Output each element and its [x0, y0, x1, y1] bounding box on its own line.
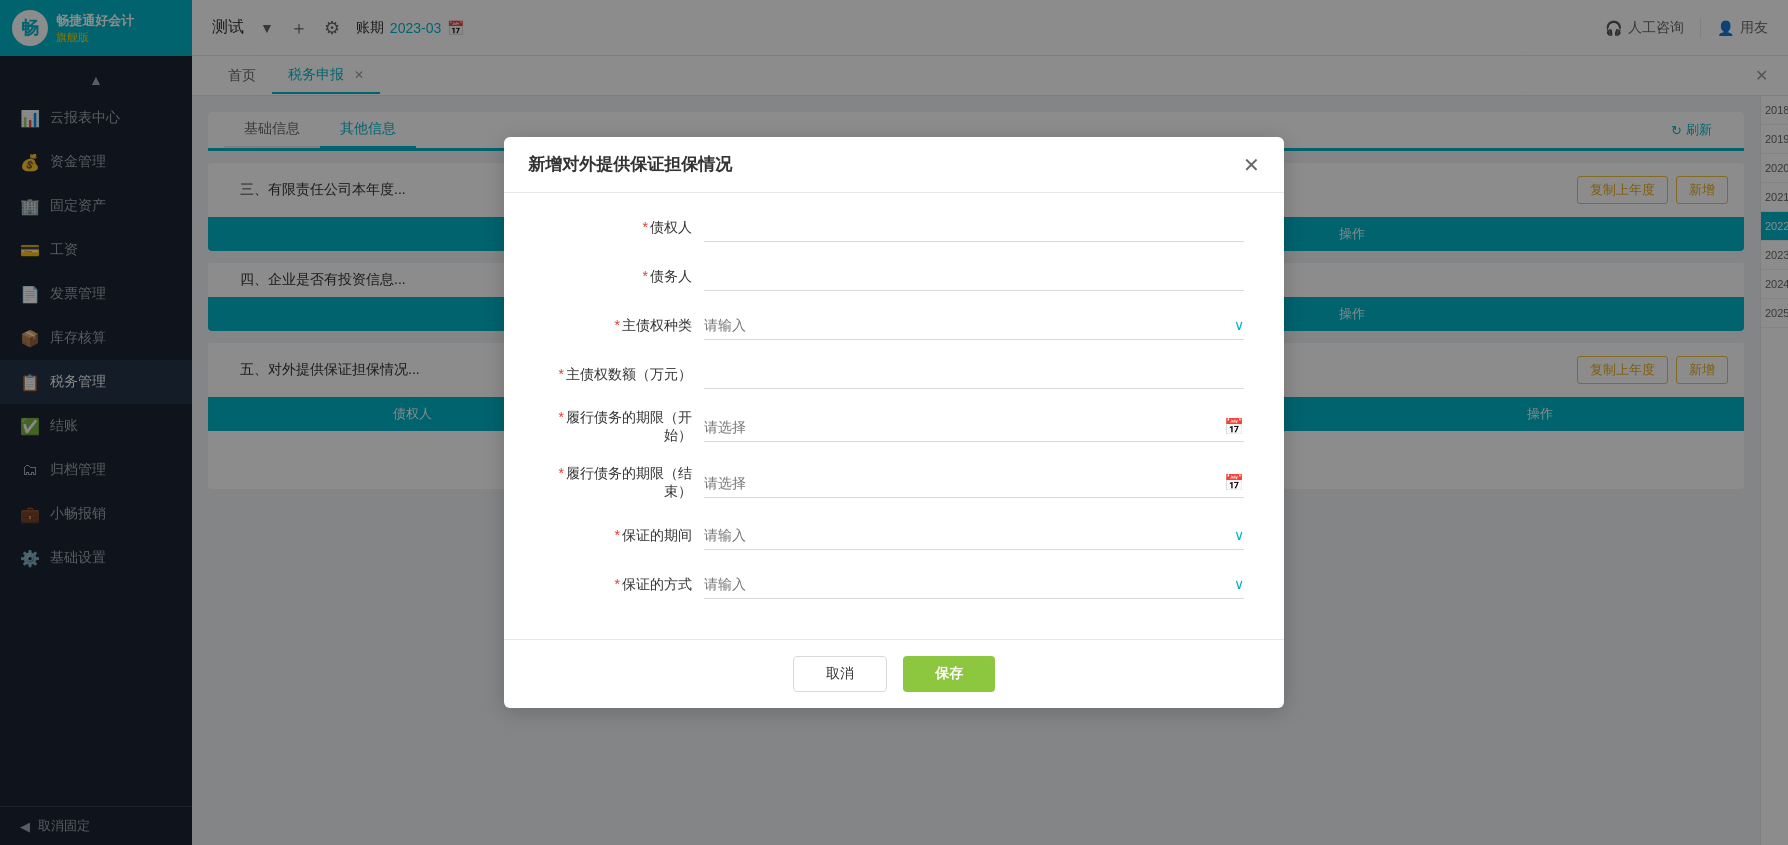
- label-guarantee-method: *保证的方式: [544, 576, 704, 594]
- calendar-start-icon[interactable]: 📅: [1224, 417, 1244, 436]
- label-guarantee-period: *保证的期间: [544, 527, 704, 545]
- input-guarantee-period[interactable]: [704, 521, 1234, 549]
- modal-add-guarantee: 新增对外提供保证担保情况 ✕ *债权人 *债务人 *主债权种类: [504, 137, 1284, 708]
- form-row-period-end: *履行债务的期限（结束） 📅: [544, 465, 1244, 501]
- date-wrap-end: 📅: [704, 469, 1244, 498]
- select-wrap-guarantee-period: ∨: [704, 521, 1244, 550]
- input-period-start[interactable]: [704, 413, 1224, 441]
- required-mark: *: [559, 409, 564, 425]
- input-debtor[interactable]: [704, 262, 1244, 291]
- form-row-debt-amount: *主债权数额（万元）: [544, 360, 1244, 389]
- form-row-guarantee-method: *保证的方式 ∨: [544, 570, 1244, 599]
- input-creditor[interactable]: [704, 213, 1244, 242]
- form-row-creditor: *债权人: [544, 213, 1244, 242]
- label-debtor: *债务人: [544, 268, 704, 286]
- select-wrap-guarantee-method: ∨: [704, 570, 1244, 599]
- input-guarantee-method[interactable]: [704, 570, 1234, 598]
- form-row-guarantee-period: *保证的期间 ∨: [544, 521, 1244, 550]
- input-period-end[interactable]: [704, 469, 1224, 497]
- modal-footer: 取消 保存: [504, 639, 1284, 708]
- label-debt-amount: *主债权数额（万元）: [544, 366, 704, 384]
- date-wrap-start: 📅: [704, 413, 1244, 442]
- required-mark: *: [615, 527, 620, 543]
- select-wrap-debt-type: ∨: [704, 311, 1244, 340]
- modal-header: 新增对外提供保证担保情况 ✕: [504, 137, 1284, 193]
- chevron-down-icon[interactable]: ∨: [1234, 317, 1244, 333]
- chevron-down-icon-2[interactable]: ∨: [1234, 527, 1244, 543]
- modal-overlay: 新增对外提供保证担保情况 ✕ *债权人 *债务人 *主债权种类: [0, 0, 1788, 845]
- required-mark: *: [643, 219, 648, 235]
- form-row-debt-type: *主债权种类 ∨: [544, 311, 1244, 340]
- cancel-button[interactable]: 取消: [793, 656, 887, 692]
- required-mark: *: [615, 576, 620, 592]
- required-mark: *: [559, 465, 564, 481]
- form-row-debtor: *债务人: [544, 262, 1244, 291]
- form-row-period-start: *履行债务的期限（开始） 📅: [544, 409, 1244, 445]
- input-debt-type[interactable]: [704, 311, 1234, 339]
- required-mark: *: [559, 366, 564, 382]
- required-mark: *: [643, 268, 648, 284]
- label-debt-type: *主债权种类: [544, 317, 704, 335]
- modal-close-button[interactable]: ✕: [1243, 155, 1260, 175]
- required-mark: *: [615, 317, 620, 333]
- modal-body: *债权人 *债务人 *主债权种类 ∨: [504, 193, 1284, 639]
- label-period-end: *履行债务的期限（结束）: [544, 465, 704, 501]
- modal-title: 新增对外提供保证担保情况: [528, 153, 732, 176]
- input-debt-amount[interactable]: [704, 360, 1244, 389]
- save-button[interactable]: 保存: [903, 656, 995, 692]
- label-period-start: *履行债务的期限（开始）: [544, 409, 704, 445]
- chevron-down-icon-3[interactable]: ∨: [1234, 576, 1244, 592]
- label-creditor: *债权人: [544, 219, 704, 237]
- calendar-end-icon[interactable]: 📅: [1224, 473, 1244, 492]
